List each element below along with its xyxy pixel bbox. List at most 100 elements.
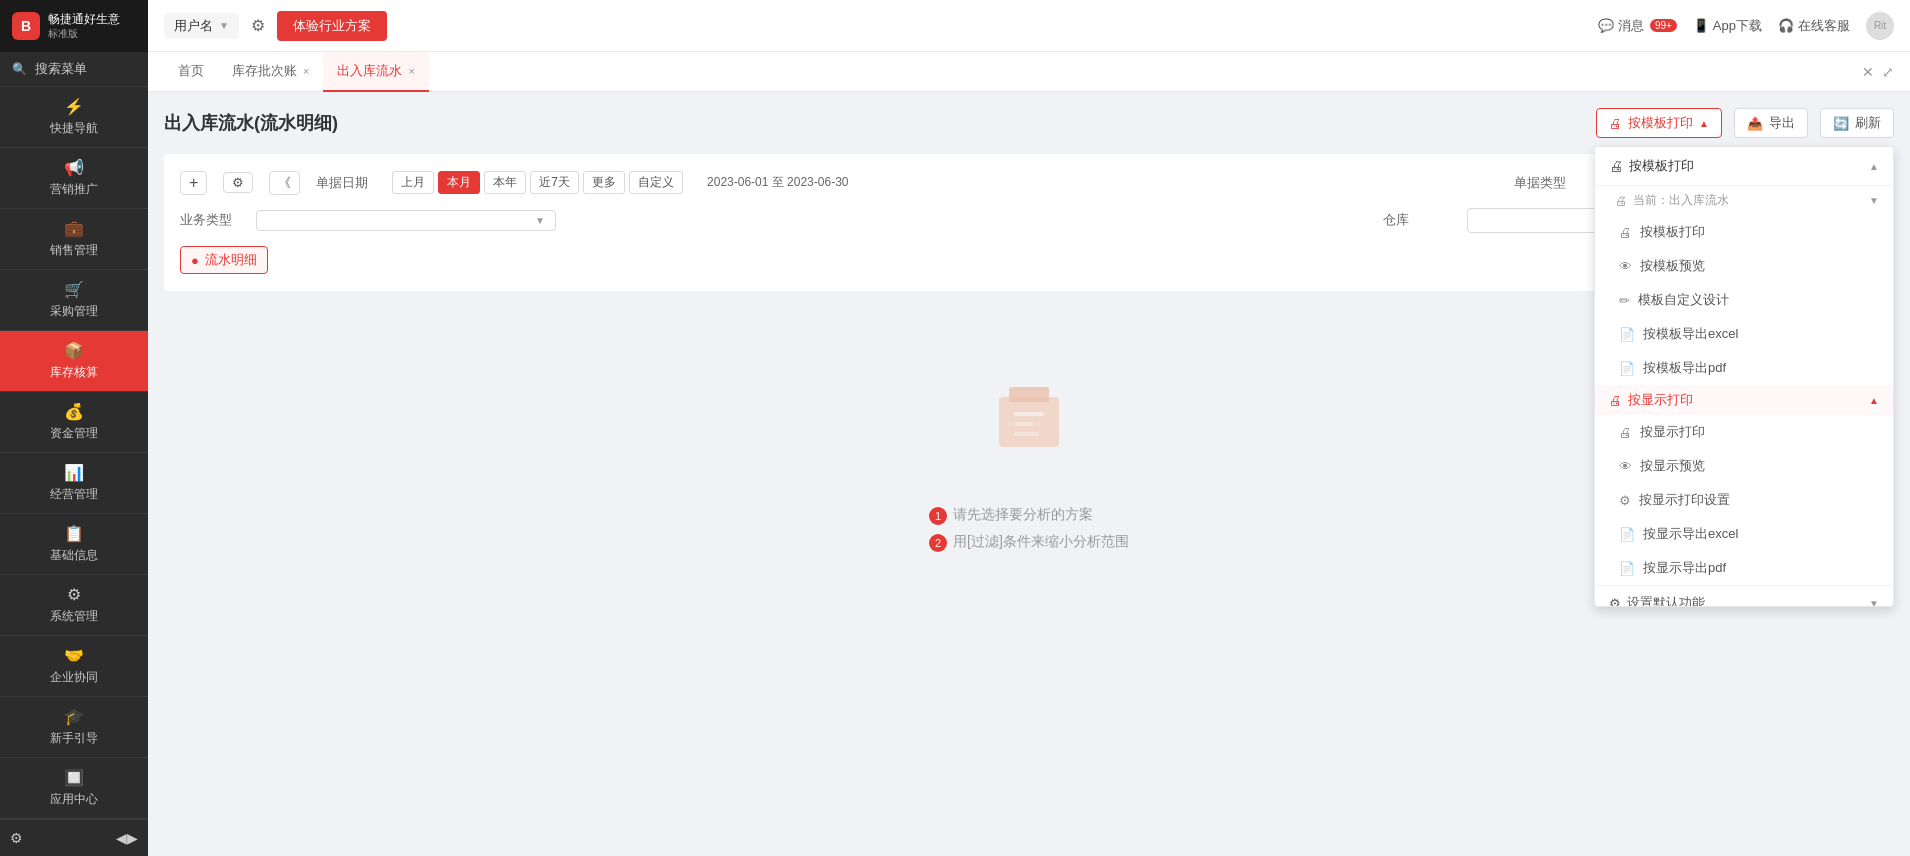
- tab-home[interactable]: 首页: [164, 52, 218, 92]
- biz-label: 业务类型: [180, 211, 240, 229]
- filter-tag-flow[interactable]: ● 流水明细: [180, 246, 268, 274]
- template-excel-label: 按模板导出excel: [1643, 325, 1738, 343]
- user-select[interactable]: 用户名 ▼: [164, 13, 239, 39]
- empty-tip-1: 1 请先选择要分析的方案: [929, 506, 1129, 525]
- sidebar-item-label: 应用中心: [50, 791, 98, 808]
- sidebar-item-inventory[interactable]: 📦 库存核算: [0, 331, 148, 392]
- filter-settings-btn[interactable]: ⚙: [223, 172, 253, 193]
- message-item[interactable]: 💬 消息 99+: [1598, 17, 1677, 35]
- inventory-icon: 📦: [64, 341, 84, 360]
- logo-text: 畅捷通好生意 标准版: [48, 12, 120, 41]
- filter-collapse-btn[interactable]: 《: [269, 171, 300, 195]
- template-pdf-label: 按模板导出pdf: [1643, 359, 1726, 377]
- dropdown-item-display-print[interactable]: 🖨 按显示打印: [1595, 415, 1893, 449]
- dropdown-item-display-excel[interactable]: 📄 按显示导出excel: [1595, 517, 1893, 551]
- footer-icon: ⚙: [1609, 596, 1621, 607]
- dropdown-chevron-up: ▲: [1869, 161, 1879, 172]
- sidebar-item-system[interactable]: ⚙ 系统管理: [0, 575, 148, 636]
- service-label: 在线客服: [1798, 17, 1850, 35]
- industry-btn[interactable]: 体验行业方案: [277, 11, 387, 41]
- date-btn-more[interactable]: 更多: [583, 171, 625, 194]
- date-btn-custom[interactable]: 自定义: [629, 171, 683, 194]
- sidebar-item-basics[interactable]: 📋 基础信息: [0, 514, 148, 575]
- sidebar-item-sales[interactable]: 💼 销售管理: [0, 209, 148, 270]
- sales-icon: 💼: [64, 219, 84, 238]
- filter-tag-label: 流水明细: [205, 251, 257, 269]
- tip-num-1: 1: [929, 507, 947, 525]
- sidebar-item-label: 库存核算: [50, 364, 98, 381]
- display-excel-icon: 📄: [1619, 527, 1635, 542]
- sidebar-item-quick-nav[interactable]: ⚡ 快捷导航: [0, 87, 148, 148]
- add-filter-btn[interactable]: +: [180, 171, 207, 195]
- dropdown-item-display-preview[interactable]: 👁 按显示预览: [1595, 449, 1893, 483]
- sidebar-settings-btn[interactable]: ⚙: [10, 830, 23, 846]
- dropdown-footer[interactable]: ⚙ 设置默认功能 ▼: [1595, 585, 1893, 606]
- sidebar-item-marketing[interactable]: 📢 营销推广: [0, 148, 148, 209]
- guide-icon: 🎓: [64, 707, 84, 726]
- print-template-btn[interactable]: 🖨 按模板打印 ▲: [1596, 108, 1722, 138]
- dropdown-item-template-excel[interactable]: 📄 按模板导出excel: [1595, 317, 1893, 351]
- dropdown-header-icon: 🖨: [1609, 158, 1623, 174]
- tip-num-2: 2: [929, 534, 947, 552]
- page-content: 出入库流水(流水明细) 🖨 按模板打印 ▲ 📤 导出 🔄 刷新: [148, 92, 1910, 856]
- display-section-icon: 🖨: [1609, 393, 1622, 408]
- sidebar-item-guide[interactable]: 🎓 新手引导: [0, 697, 148, 758]
- template-print-icon: 🖨: [1619, 225, 1632, 240]
- dropdown-item-template-preview[interactable]: 👁 按模板预览: [1595, 249, 1893, 283]
- sidebar-item-enterprise[interactable]: 🤝 企业协同: [0, 636, 148, 697]
- sidebar-item-app-center[interactable]: 🔲 应用中心: [0, 758, 148, 819]
- date-btn-this-year[interactable]: 本年: [484, 171, 526, 194]
- dropdown-display-section[interactable]: 🖨 按显示打印 ▲: [1595, 385, 1893, 415]
- print-up-icon: ▲: [1699, 118, 1709, 129]
- tab-batch-account[interactable]: 库存批次账 ×: [218, 52, 323, 92]
- tab-flow-close[interactable]: ×: [408, 65, 414, 77]
- display-settings-icon: ⚙: [1619, 493, 1631, 508]
- dropdown-item-template-print[interactable]: 🖨 按模板打印: [1595, 215, 1893, 249]
- display-pdf-label: 按显示导出pdf: [1643, 559, 1726, 577]
- display-preview-label: 按显示预览: [1640, 457, 1705, 475]
- dropdown-item-display-settings[interactable]: ⚙ 按显示打印设置: [1595, 483, 1893, 517]
- date-range: 2023-06-01 至 2023-06-30: [707, 174, 848, 191]
- export-btn[interactable]: 📤 导出: [1734, 108, 1808, 138]
- svg-rect-3: [1014, 422, 1034, 426]
- app-download-item[interactable]: 📱 App下载: [1693, 17, 1762, 35]
- date-btn-last-month[interactable]: 上月: [392, 171, 434, 194]
- user-avatar[interactable]: Rit: [1866, 12, 1894, 40]
- sidebar-item-purchase[interactable]: 🛒 采购管理: [0, 270, 148, 331]
- user-select-text: 用户名: [174, 17, 213, 35]
- biz-select[interactable]: ▼: [256, 210, 556, 231]
- sidebar-item-label: 企业协同: [50, 669, 98, 686]
- tip-text-2: 用[过滤]条件来缩小分析范围: [953, 533, 1129, 551]
- refresh-label: 刷新: [1855, 114, 1881, 132]
- print-icon: 🖨: [1609, 116, 1622, 131]
- dropdown-scroll-area: 🖨 当前：出入库流水 ▼ 🖨 按模板打印 👁 按模板预览 ✏ 模板自定义设计: [1595, 186, 1893, 606]
- sidebar-nav: ⚡ 快捷导航 📢 营销推广 💼 销售管理 🛒 采购管理 📦 库存核算 💰 资金管…: [0, 87, 148, 819]
- dropdown-item-display-pdf[interactable]: 📄 按显示导出pdf: [1595, 551, 1893, 585]
- tab-batch-account-close[interactable]: ×: [303, 65, 309, 77]
- sidebar-item-finance[interactable]: 💰 资金管理: [0, 392, 148, 453]
- display-print-icon: 🖨: [1619, 425, 1632, 440]
- date-btn-this-month[interactable]: 本月: [438, 171, 480, 194]
- footer-chevron: ▼: [1869, 598, 1879, 607]
- sidebar-search[interactable]: 🔍 搜索菜单: [0, 52, 148, 87]
- tab-flow[interactable]: 出入库流水 ×: [323, 52, 428, 92]
- window-expand-btn[interactable]: ⤢: [1882, 64, 1894, 80]
- window-close-btn[interactable]: ✕: [1862, 64, 1874, 80]
- template-excel-icon: 📄: [1619, 327, 1635, 342]
- enterprise-icon: 🤝: [64, 646, 84, 665]
- topbar-gear-icon[interactable]: ⚙: [251, 16, 265, 35]
- dropdown-current: 🖨 当前：出入库流水 ▼: [1595, 186, 1893, 215]
- finance-icon: 💰: [64, 402, 84, 421]
- app-label: App下载: [1713, 17, 1762, 35]
- online-service-item[interactable]: 🎧 在线客服: [1778, 17, 1850, 35]
- refresh-btn[interactable]: 🔄 刷新: [1820, 108, 1894, 138]
- sidebar-item-operations[interactable]: 📊 经营管理: [0, 453, 148, 514]
- current-icon: 🖨: [1615, 194, 1627, 208]
- display-pdf-icon: 📄: [1619, 561, 1635, 576]
- date-btn-7days[interactable]: 近7天: [530, 171, 579, 194]
- sidebar-collapse-btn[interactable]: ◀▶: [116, 830, 138, 846]
- dropdown-item-template-design[interactable]: ✏ 模板自定义设计: [1595, 283, 1893, 317]
- dropdown-header: 🖨 按模板打印 ▲: [1595, 147, 1893, 186]
- dropdown-item-template-pdf[interactable]: 📄 按模板导出pdf: [1595, 351, 1893, 385]
- sidebar-item-label: 基础信息: [50, 547, 98, 564]
